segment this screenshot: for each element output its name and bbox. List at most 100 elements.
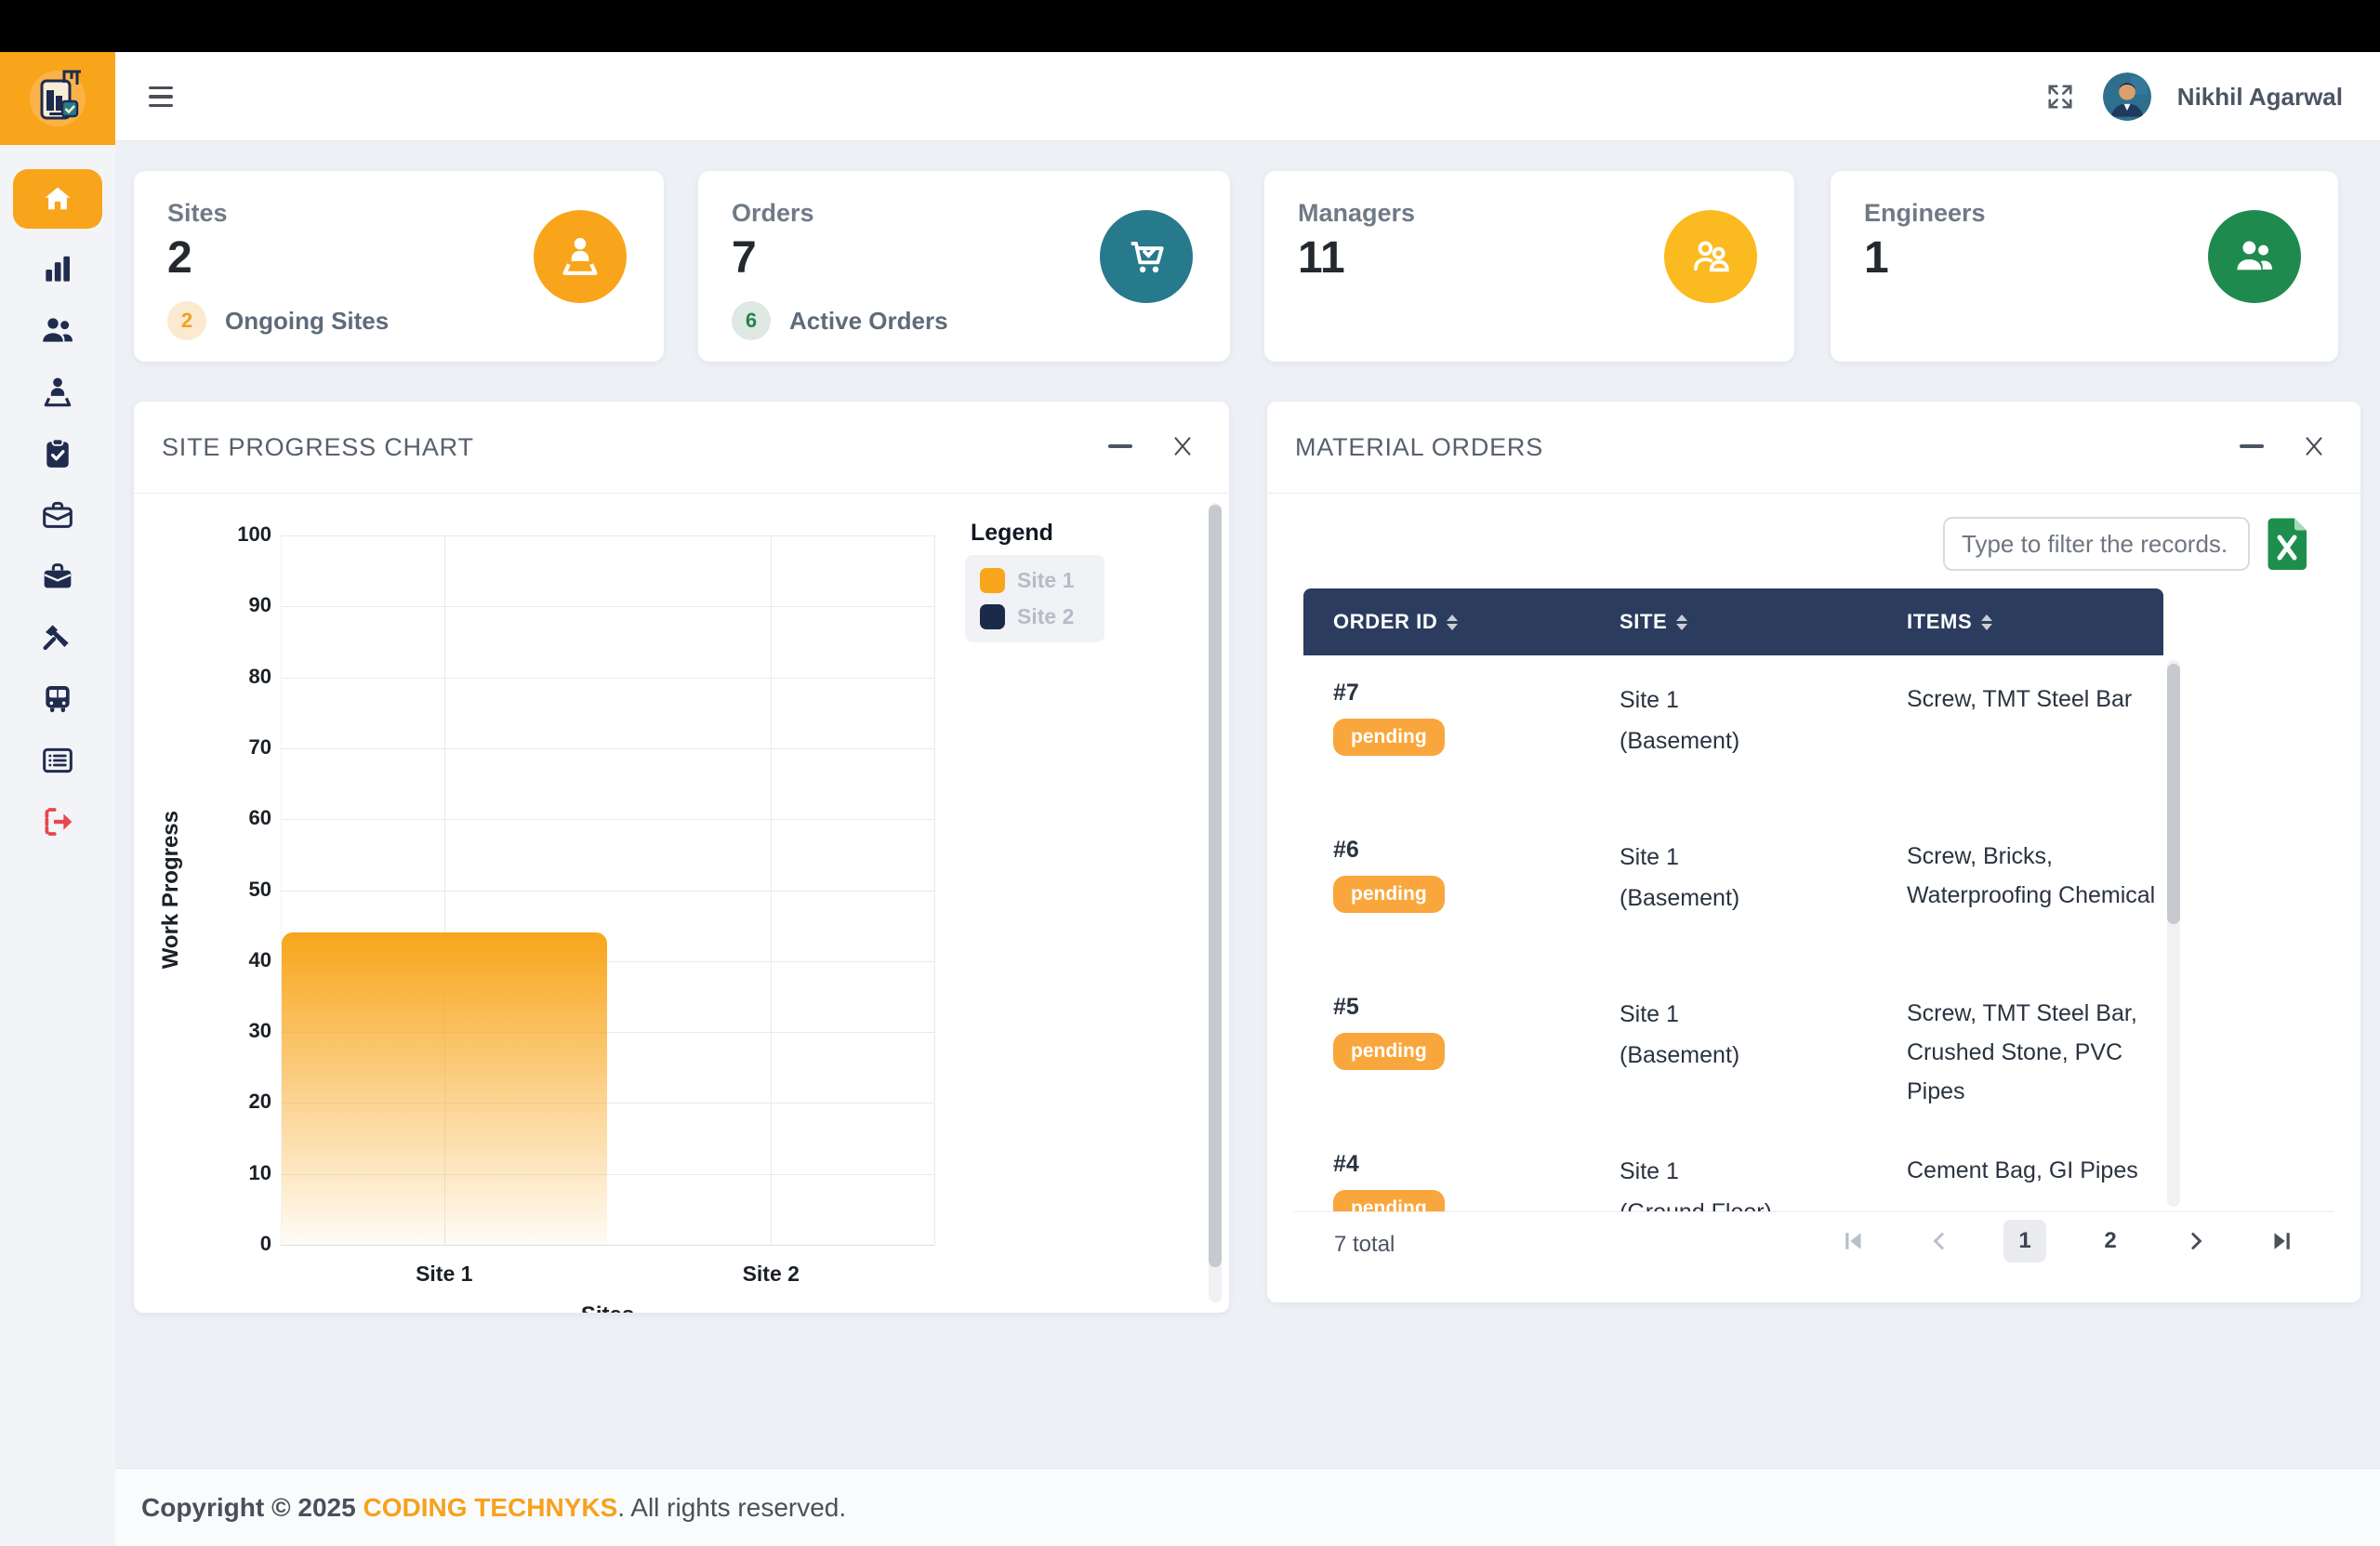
page-2-button[interactable]: 2 [2089, 1220, 2132, 1262]
order-items: Screw, TMT Steel Bar [1907, 686, 2133, 712]
card-value: 2 [167, 233, 192, 283]
prev-page-button[interactable] [1918, 1220, 1961, 1262]
legend-item[interactable]: Site 2 [980, 604, 1090, 629]
count-badge: 2 [167, 301, 206, 340]
status-badge: pending [1333, 876, 1445, 913]
site-progress-panel: SITE PROGRESS CHART Work Progress Legend… [134, 402, 1229, 1313]
order-items: Screw, Bricks, Waterproofing Chemical [1907, 843, 2156, 908]
home-icon [45, 187, 71, 210]
sidebar-item-tools[interactable] [13, 617, 102, 658]
group-outline-icon [1694, 241, 1729, 272]
y-axis-title: Work Progress [158, 811, 183, 970]
card-value: 7 [732, 233, 757, 283]
legend-swatch [980, 568, 1005, 593]
footer: Copyright © 2025 CODING TECHNYKS. All ri… [115, 1468, 2380, 1546]
sidebar-item-logout[interactable] [13, 801, 102, 842]
minimize-icon[interactable] [2240, 444, 2264, 448]
header-bar: Nikhil Agarwal [115, 52, 2380, 141]
hammer-icon [43, 625, 69, 651]
chart-legend: Site 1 Site 2 [965, 555, 1104, 642]
card-title: Engineers [1864, 199, 1986, 227]
column-header-items[interactable]: ITEMS [1907, 588, 1993, 655]
order-id: #7 [1333, 680, 1359, 706]
filter-input[interactable] [1943, 517, 2250, 571]
fullscreen-icon[interactable] [2043, 80, 2077, 113]
card-value: 11 [1298, 233, 1345, 283]
menu-toggle-button[interactable] [149, 83, 175, 111]
briefcase-outline-icon [43, 501, 73, 528]
clipboard-check-icon [46, 438, 69, 468]
group-filled-icon [2237, 241, 2273, 271]
table-row[interactable]: #6 pending Site 1 (Basement) Screw, Bric… [1303, 813, 2163, 970]
sidebar-item-tasks[interactable] [13, 433, 102, 474]
order-items: Screw, TMT Steel Bar, Crushed Stone, PVC… [1907, 1000, 2137, 1104]
sidebar-item-materials[interactable] [13, 556, 102, 597]
brand-link[interactable]: CODING TECHNYKS [363, 1493, 617, 1522]
top-black-bar [0, 0, 2380, 52]
orders-table-body: #7 pending Site 1 (Basement) Screw, TMT … [1303, 655, 2163, 1211]
rights-text: . All rights reserved. [617, 1492, 847, 1522]
table-row[interactable]: #7 pending Site 1 (Basement) Screw, TMT … [1303, 655, 2163, 813]
bar-chart: Work Progress Legend Site 1 Site 2 100 90 8… [134, 494, 1229, 1313]
table-row[interactable]: #5 pending Site 1 (Basement) Screw, TMT … [1303, 970, 2163, 1127]
order-site: Site 1 (Ground Floor) [1620, 1158, 1772, 1211]
copyright-text: Copyright © 2025 [141, 1492, 364, 1522]
legend-title: Legend [971, 520, 1053, 546]
status-badge: pending [1333, 1190, 1445, 1211]
x-axis-title: Sites [496, 1302, 720, 1313]
panel-title: MATERIAL ORDERS [1295, 433, 1544, 461]
next-page-button[interactable] [2175, 1220, 2217, 1262]
table-header: ORDER ID SITE ITEMS [1303, 588, 2163, 655]
card-value: 1 [1864, 233, 1889, 283]
briefcase-icon [44, 563, 72, 588]
chart-scrollbar[interactable] [1209, 503, 1222, 1302]
sidebar-item-dashboard[interactable] [13, 249, 102, 290]
table-scrollbar[interactable] [2167, 660, 2180, 1207]
sidebar-item-sites[interactable] [13, 372, 102, 413]
sidebar-item-users[interactable] [13, 311, 102, 351]
sort-icon [1447, 614, 1459, 630]
close-icon[interactable] [2299, 431, 2329, 461]
material-orders-panel: MATERIAL ORDERS ORDER ID SITE ITEMS #7 p… [1267, 402, 2360, 1302]
stat-card-managers: Managers 11 [1264, 171, 1794, 362]
close-icon[interactable] [1168, 431, 1197, 461]
status-badge: pending [1333, 1033, 1445, 1070]
panel-title: SITE PROGRESS CHART [162, 433, 474, 461]
legend-item[interactable]: Site 1 [980, 568, 1090, 593]
sidebar-item-home[interactable] [13, 169, 102, 229]
column-header-site[interactable]: SITE [1620, 588, 1688, 655]
list-card-icon [43, 747, 73, 773]
excel-export-icon[interactable] [2266, 517, 2308, 571]
user-name[interactable]: Nikhil Agarwal [2177, 83, 2343, 112]
sort-icon [1981, 614, 1993, 630]
count-badge: 6 [732, 301, 771, 340]
column-header-order-id[interactable]: ORDER ID [1333, 588, 1459, 655]
order-site: Site 1 (Basement) [1620, 687, 1740, 754]
users-icon [43, 318, 73, 342]
total-count: 7 total [1334, 1232, 1395, 1257]
last-page-button[interactable] [2260, 1220, 2303, 1262]
order-id: #4 [1333, 1151, 1359, 1177]
status-badge: pending [1333, 719, 1445, 756]
page-1-button[interactable]: 1 [2003, 1220, 2046, 1262]
cart-check-icon [1130, 241, 1164, 273]
pagination: 1 2 [1832, 1220, 2303, 1262]
order-site: Site 1 (Basement) [1620, 844, 1740, 911]
logout-icon [45, 808, 73, 836]
badge-label: Active Orders [789, 306, 948, 335]
sort-icon [1676, 614, 1688, 630]
order-id: #6 [1333, 837, 1359, 863]
app-logo[interactable] [0, 52, 115, 145]
sidebar [0, 145, 115, 1546]
table-row[interactable]: #4 pending Site 1 (Ground Floor) Cement … [1303, 1127, 2163, 1211]
sidebar-item-projects[interactable] [13, 495, 102, 535]
sidebar-item-reports[interactable] [13, 740, 102, 781]
card-title: Managers [1298, 199, 1416, 227]
first-page-button[interactable] [1832, 1220, 1875, 1262]
site-location-icon [562, 237, 598, 275]
sidebar-item-vehicles[interactable] [13, 679, 102, 720]
bus-icon [46, 686, 70, 713]
bar-chart-icon [46, 256, 70, 282]
minimize-icon[interactable] [1108, 444, 1132, 448]
avatar[interactable] [2102, 73, 2151, 121]
